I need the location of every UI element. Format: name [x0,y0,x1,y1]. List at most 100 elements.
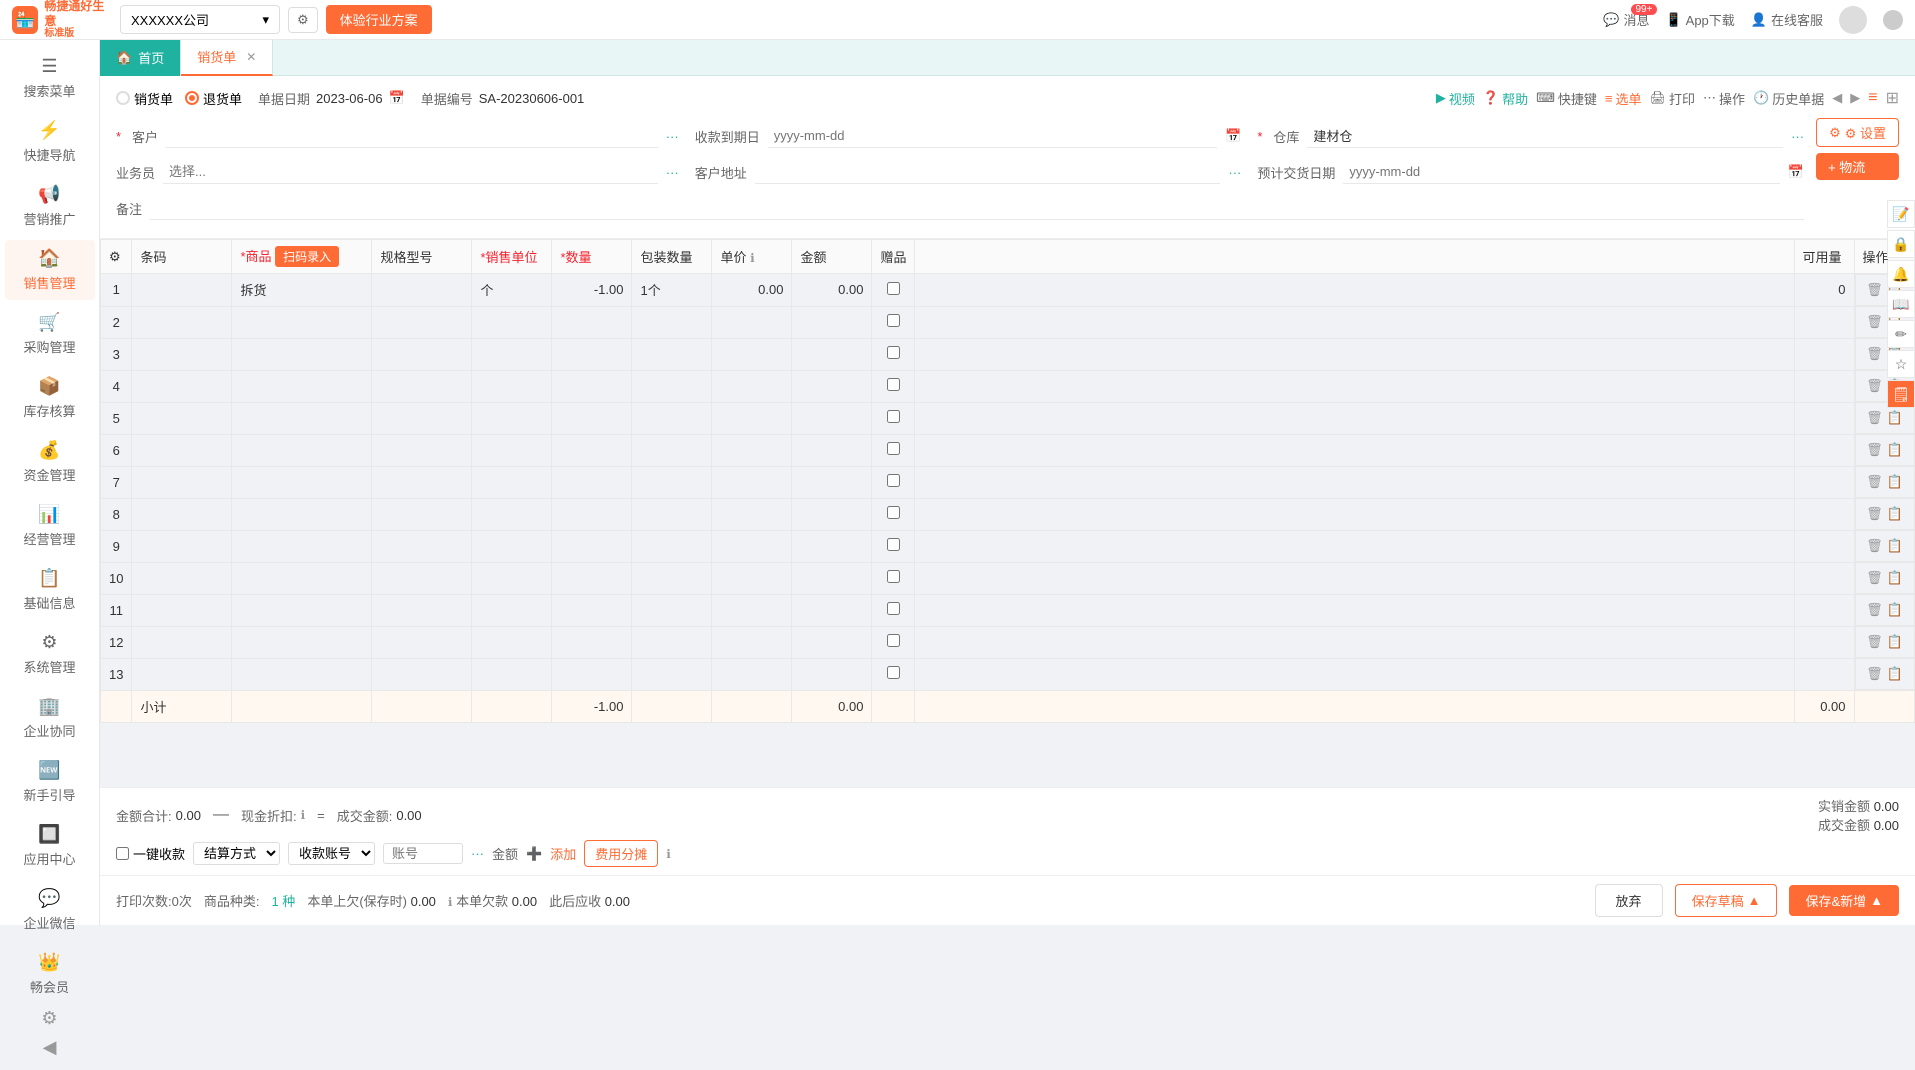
row-product[interactable] [232,562,372,594]
row-ops[interactable]: 🗑 📋 [1855,434,1915,466]
row-amount[interactable] [792,498,872,530]
row-ops[interactable]: 🗑 📋 [1855,626,1915,658]
tab-close-icon[interactable]: ✕ [246,50,256,64]
customer-addr-input[interactable] [755,160,1221,184]
row-gift[interactable] [872,338,915,370]
row-price[interactable] [712,434,792,466]
add-icon[interactable]: ➕ [526,846,542,862]
float-btn-5[interactable]: ✏ [1887,320,1915,348]
row-qty[interactable] [552,530,632,562]
row-barcode[interactable] [132,434,232,466]
settings-button[interactable]: ⚙ [288,7,318,33]
copy-icon[interactable]: 📋 [1887,570,1903,586]
row-ops[interactable]: 🗑 📋 [1855,530,1915,562]
row-note[interactable] [915,530,1794,562]
row-note[interactable] [915,402,1794,434]
video-btn[interactable]: ▶ 视频 [1436,89,1475,108]
row-spec[interactable] [372,658,472,691]
price-info-icon[interactable]: ℹ [750,251,755,265]
row-barcode[interactable] [132,306,232,338]
row-qty[interactable] [552,434,632,466]
sidebar-item-inventory[interactable]: 📦 库存核算 [5,368,95,428]
delete-icon[interactable]: 🗑 [1866,410,1883,426]
row-gift[interactable] [872,562,915,594]
sidebar-item-apps[interactable]: 🔲 应用中心 [5,816,95,876]
float-btn-4[interactable]: 📖 [1887,290,1915,318]
history-btn[interactable]: 🕐 历史单据 [1753,89,1824,108]
ops-btn[interactable]: ⋯ 操作 [1703,89,1745,108]
row-product[interactable]: 拆货 [232,274,372,307]
delete-icon[interactable]: 🗑 [1866,506,1883,522]
th-settings[interactable]: ⚙ [101,240,132,274]
customer-more-btn[interactable]: ··· [666,129,679,144]
row-spec[interactable] [372,594,472,626]
row-qty[interactable] [552,402,632,434]
row-pkgqty[interactable] [632,658,712,691]
row-qty[interactable] [552,370,632,402]
row-pkgqty[interactable] [632,498,712,530]
row-price[interactable] [712,562,792,594]
pay-date-input[interactable] [768,124,1217,148]
row-ops[interactable]: 🗑 📋 [1855,594,1915,626]
row-gift[interactable] [872,434,915,466]
row-barcode[interactable] [132,530,232,562]
sidebar-item-marketing[interactable]: 📢 营销推广 [5,176,95,236]
company-selector[interactable]: XXXXXX公司 ▾ [120,5,280,34]
row-price[interactable] [712,306,792,338]
row-barcode[interactable] [132,402,232,434]
one-click-pay-check[interactable] [116,847,129,860]
row-qty[interactable] [552,498,632,530]
row-price[interactable] [712,626,792,658]
row-spec[interactable] [372,274,472,307]
row-spec[interactable] [372,626,472,658]
delete-icon[interactable]: 🗑 [1866,634,1883,650]
row-spec[interactable] [372,498,472,530]
row-note[interactable] [915,274,1794,307]
copy-icon[interactable]: 📋 [1887,634,1903,650]
row-product[interactable] [232,306,372,338]
sidebar-item-finance[interactable]: 💰 资金管理 [5,432,95,492]
row-note[interactable] [915,306,1794,338]
sidebar-item-vip[interactable]: 👑 畅会员 [5,944,95,1004]
row-pkgqty[interactable] [632,306,712,338]
float-btn-6[interactable]: ☆ [1887,350,1915,378]
row-pkgqty[interactable] [632,338,712,370]
row-gift[interactable] [872,594,915,626]
row-amount[interactable] [792,306,872,338]
row-gift[interactable] [872,370,915,402]
row-qty[interactable] [552,338,632,370]
delete-icon[interactable]: 🗑 [1866,442,1883,458]
row-amount[interactable] [792,402,872,434]
row-price[interactable] [712,498,792,530]
grid-view-icon[interactable]: ⊞ [1886,88,1899,108]
delete-icon[interactable]: 🗑 [1866,282,1883,298]
account-input[interactable] [383,843,463,864]
sidebar-item-weixin[interactable]: 💬 企业微信 [5,880,95,940]
row-product[interactable] [232,466,372,498]
expense-info-icon[interactable]: ℹ [666,847,671,861]
row-ops[interactable]: 🗑 📋 [1855,562,1915,594]
row-price[interactable]: 0.00 [712,274,792,307]
account-select[interactable]: 收款账号 [288,842,375,865]
row-pkgqty[interactable] [632,626,712,658]
sidebar-item-operations[interactable]: 📊 经营管理 [5,496,95,556]
warehouse-more-btn[interactable]: ··· [1791,129,1804,144]
discount-info-icon[interactable]: ℹ [301,808,306,822]
payment-more-btn[interactable]: ··· [471,846,484,861]
calendar2-icon[interactable]: 📅 [1225,128,1241,144]
row-price[interactable] [712,658,792,691]
row-qty[interactable] [552,562,632,594]
avatar[interactable] [1839,6,1867,34]
row-product[interactable] [232,338,372,370]
wuliu-btn[interactable]: + 物流 [1816,153,1899,180]
row-note[interactable] [915,370,1794,402]
copy-icon[interactable]: 📋 [1887,442,1903,458]
row-barcode[interactable] [132,562,232,594]
float-btn-1[interactable]: 📝 [1887,200,1915,228]
salesperson-input[interactable] [163,160,658,184]
row-amount[interactable] [792,594,872,626]
row-qty[interactable] [552,626,632,658]
row-product[interactable] [232,530,372,562]
row-ops[interactable]: 🗑 📋 [1855,498,1915,530]
copy-icon[interactable]: 📋 [1887,474,1903,490]
